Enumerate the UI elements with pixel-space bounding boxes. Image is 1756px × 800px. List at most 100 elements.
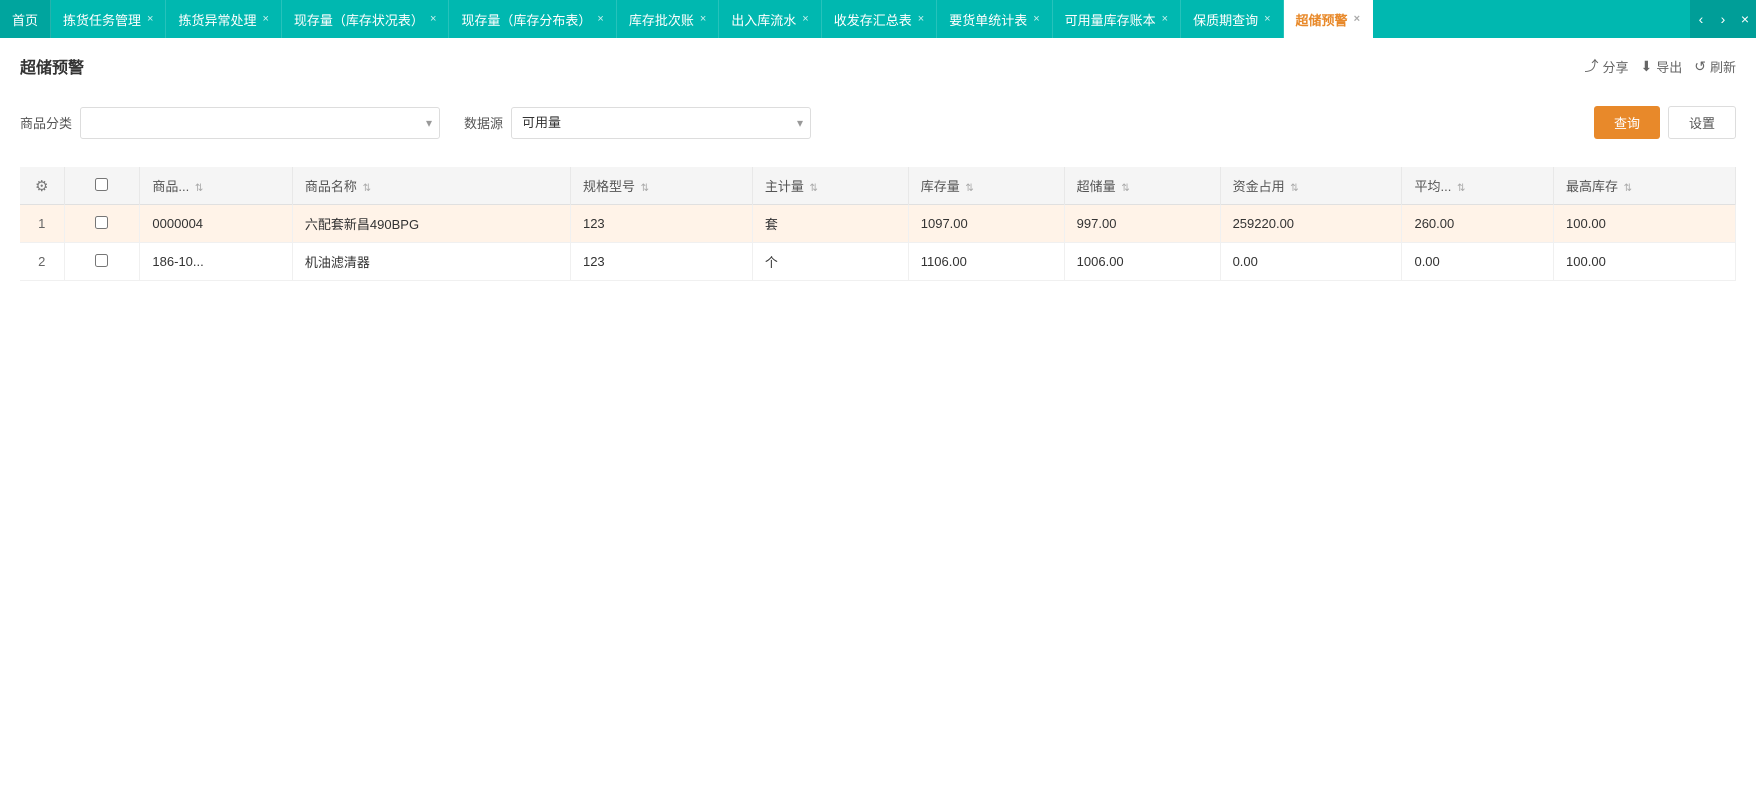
nav-label-abnormal: 拣货异常处理 (178, 10, 256, 29)
nav-label-available-account: 可用量库存账本 (1065, 10, 1156, 29)
category-select-wrapper (80, 107, 440, 139)
nav-prev-button[interactable]: ‹ (1690, 0, 1712, 38)
th-stock[interactable]: 库存量 ⇅ (908, 167, 1064, 205)
nav-label-order-stats: 要货单统计表 (949, 10, 1027, 29)
th-stock-label: 库存量 (921, 179, 960, 194)
nav-item-available-account[interactable]: 可用量库存账本 × (1053, 0, 1181, 38)
table-header-row: ⚙ 商品... ⇅ 商品名称 ⇅ 规格型号 ⇅ 主计量 (20, 167, 1736, 205)
close-icon-available-account[interactable]: × (1162, 14, 1168, 25)
export-button[interactable]: ⬇ 导出 (1641, 57, 1683, 76)
cell-avg-0: 260.00 (1402, 205, 1554, 243)
th-settings[interactable]: ⚙ (20, 167, 64, 205)
nav-item-batch-account[interactable]: 库存批次账 × (617, 0, 719, 38)
cell-index-1: 2 (20, 243, 64, 281)
nav-item-home[interactable]: 首页 (0, 0, 51, 38)
filter-bar: 商品分类 数据源 可用量 查询 设置 (20, 94, 1736, 151)
cell-spec-0: 123 (570, 205, 752, 243)
nav-label-inout-flow: 出入库流水 (731, 10, 796, 29)
th-overstock[interactable]: 超储量 ⇅ (1064, 167, 1220, 205)
cell-index-0: 1 (20, 205, 64, 243)
select-all-checkbox[interactable] (95, 178, 108, 191)
nav-label-task-mgmt: 拣货任务管理 (63, 10, 141, 29)
data-table: ⚙ 商品... ⇅ 商品名称 ⇅ 规格型号 ⇅ 主计量 (20, 167, 1736, 281)
close-icon-abnormal[interactable]: × (262, 14, 268, 25)
refresh-button[interactable]: ↺ 刷新 (1694, 57, 1736, 76)
close-icon-inventory-status[interactable]: × (430, 14, 436, 25)
category-filter: 商品分类 (20, 107, 440, 139)
nav-item-overstock-alert[interactable]: 超储预警 × (1284, 0, 1373, 38)
sort-icon-overstock: ⇅ (1121, 183, 1129, 194)
category-label: 商品分类 (20, 113, 72, 132)
datasource-label: 数据源 (464, 113, 503, 132)
close-icon-overstock-alert[interactable]: × (1354, 14, 1360, 25)
nav-more-button[interactable]: × (1734, 0, 1756, 38)
close-icon-inout-flow[interactable]: × (802, 14, 808, 25)
row-checkbox-0[interactable] (95, 216, 108, 229)
filter-actions: 查询 设置 (1594, 106, 1736, 139)
settings-button[interactable]: 设置 (1668, 106, 1736, 139)
cell-product-name-0: 六配套新昌490BPG (292, 205, 570, 243)
nav-item-task-mgmt[interactable]: 拣货任务管理 × (51, 0, 166, 38)
th-capital[interactable]: 资金占用 ⇅ (1220, 167, 1402, 205)
th-unit[interactable]: 主计量 ⇅ (752, 167, 908, 205)
close-icon-inventory-dist[interactable]: × (597, 14, 603, 25)
refresh-label: 刷新 (1710, 57, 1736, 76)
nav-item-order-stats[interactable]: 要货单统计表 × (937, 0, 1052, 38)
nav-item-abnormal[interactable]: 拣货异常处理 × (166, 0, 281, 38)
nav-item-inout-flow[interactable]: 出入库流水 × (719, 0, 821, 38)
th-spec-label: 规格型号 (583, 179, 635, 194)
th-max-stock[interactable]: 最高库存 ⇅ (1554, 167, 1736, 205)
cell-stock-0: 1097.00 (908, 205, 1064, 243)
cell-max-stock-1: 100.00 (1554, 243, 1736, 281)
table-row: 1 0000004 六配套新昌490BPG 123 套 1097.00 997.… (20, 205, 1736, 243)
th-product-code-label: 商品... (152, 179, 189, 194)
th-product-name[interactable]: 商品名称 ⇅ (292, 167, 570, 205)
nav-label-collect-summary: 收发存汇总表 (834, 10, 912, 29)
nav-label-inventory-status: 现存量（库存状况表） (294, 10, 424, 29)
th-product-code[interactable]: 商品... ⇅ (140, 167, 293, 205)
nav-item-inventory-dist[interactable]: 现存量（库存分布表） × (449, 0, 616, 38)
th-avg[interactable]: 平均... ⇅ (1402, 167, 1554, 205)
sort-icon-max-stock: ⇅ (1624, 183, 1632, 194)
cell-stock-1: 1106.00 (908, 243, 1064, 281)
sort-icon-product-name: ⇅ (363, 183, 371, 194)
table-row: 2 186-10... 机油滤清器 123 个 1106.00 1006.00 … (20, 243, 1736, 281)
cell-checkbox-0[interactable] (64, 205, 140, 243)
nav-item-collect-summary[interactable]: 收发存汇总表 × (822, 0, 937, 38)
th-capital-label: 资金占用 (1233, 179, 1285, 194)
nav-item-inventory-status[interactable]: 现存量（库存状况表） × (282, 0, 449, 38)
nav-item-expiry-query[interactable]: 保质期查询 × (1181, 0, 1283, 38)
th-spec[interactable]: 规格型号 ⇅ (570, 167, 752, 205)
close-icon-task-mgmt[interactable]: × (147, 14, 153, 25)
th-max-stock-label: 最高库存 (1566, 179, 1618, 194)
th-avg-label: 平均... (1414, 179, 1451, 194)
sort-icon-product-code: ⇅ (195, 183, 203, 194)
page-header: 超储预警 ⤴ 分享 ⬇ 导出 ↺ 刷新 (20, 54, 1736, 78)
cell-spec-1: 123 (570, 243, 752, 281)
close-icon-collect-summary[interactable]: × (918, 14, 924, 25)
cell-capital-1: 0.00 (1220, 243, 1402, 281)
close-icon-order-stats[interactable]: × (1033, 14, 1039, 25)
th-product-name-label: 商品名称 (305, 179, 357, 194)
cell-checkbox-1[interactable] (64, 243, 140, 281)
datasource-select-wrapper: 可用量 (511, 107, 811, 139)
category-select[interactable] (80, 107, 440, 139)
close-icon-batch-account[interactable]: × (700, 14, 706, 25)
datasource-select[interactable]: 可用量 (511, 107, 811, 139)
top-nav: 首页 拣货任务管理 × 拣货异常处理 × 现存量（库存状况表） × 现存量（库存… (0, 0, 1756, 38)
nav-label-expiry-query: 保质期查询 (1193, 10, 1258, 29)
sort-icon-avg: ⇅ (1457, 183, 1465, 194)
export-icon: ⬇ (1641, 58, 1653, 75)
close-icon-expiry-query[interactable]: × (1264, 14, 1270, 25)
cell-overstock-1: 1006.00 (1064, 243, 1220, 281)
nav-next-button[interactable]: › (1712, 0, 1734, 38)
row-checkbox-1[interactable] (95, 254, 108, 267)
cell-avg-1: 0.00 (1402, 243, 1554, 281)
sort-icon-capital: ⇅ (1290, 183, 1298, 194)
share-button[interactable]: ⤴ 分享 (1584, 56, 1628, 76)
cell-overstock-0: 997.00 (1064, 205, 1220, 243)
refresh-icon: ↺ (1694, 58, 1706, 75)
gear-icon[interactable]: ⚙ (35, 178, 48, 195)
query-button[interactable]: 查询 (1594, 106, 1660, 139)
cell-max-stock-0: 100.00 (1554, 205, 1736, 243)
